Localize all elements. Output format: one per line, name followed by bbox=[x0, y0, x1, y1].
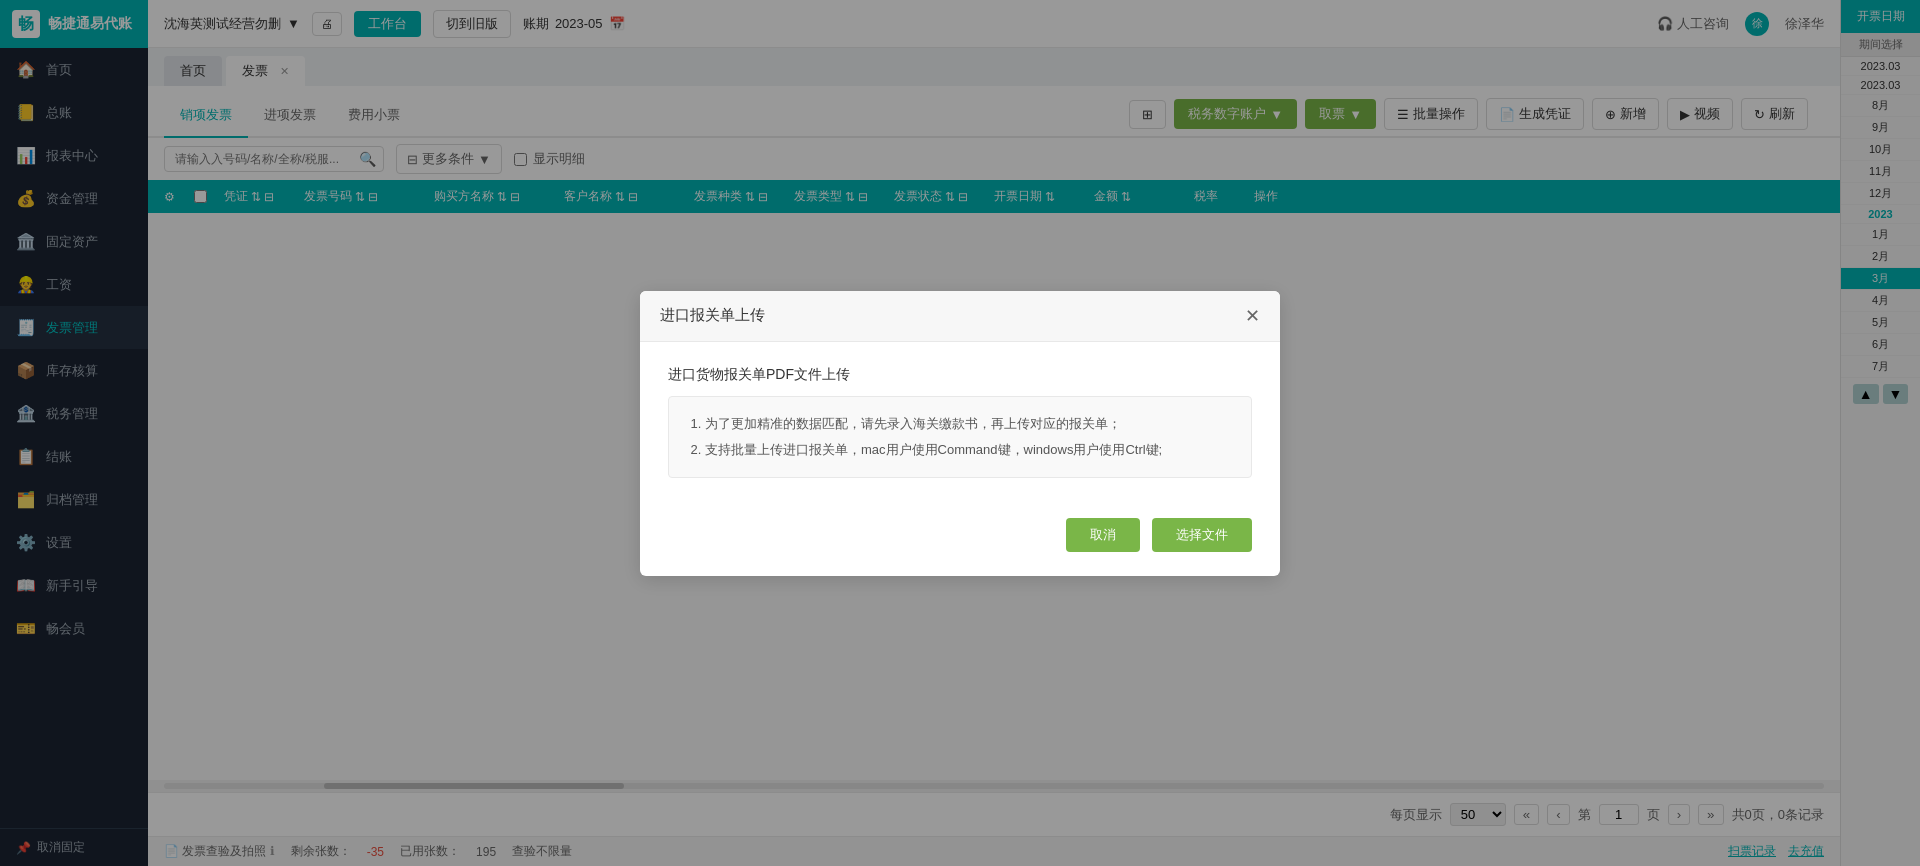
modal-choose-file-btn[interactable]: 选择文件 bbox=[1152, 518, 1252, 552]
modal-header: 进口报关单上传 ✕ bbox=[640, 291, 1280, 342]
instruction-2: 支持批量上传进口报关单，mac用户使用Command键，windows用户使用C… bbox=[705, 437, 1235, 463]
import-customs-modal: 进口报关单上传 ✕ 进口货物报关单PDF文件上传 为了更加精准的数据匹配，请先录… bbox=[640, 291, 1280, 576]
modal-cancel-btn[interactable]: 取消 bbox=[1066, 518, 1140, 552]
modal-footer: 取消 选择文件 bbox=[640, 502, 1280, 576]
modal-info-box: 为了更加精准的数据匹配，请先录入海关缴款书，再上传对应的报关单； 支持批量上传进… bbox=[668, 396, 1252, 478]
modal-body: 进口货物报关单PDF文件上传 为了更加精准的数据匹配，请先录入海关缴款书，再上传… bbox=[640, 342, 1280, 502]
modal-title: 进口报关单上传 bbox=[660, 306, 765, 325]
modal-instructions: 为了更加精准的数据匹配，请先录入海关缴款书，再上传对应的报关单； 支持批量上传进… bbox=[685, 411, 1235, 463]
instruction-1: 为了更加精准的数据匹配，请先录入海关缴款书，再上传对应的报关单； bbox=[705, 411, 1235, 437]
modal-overlay: 进口报关单上传 ✕ 进口货物报关单PDF文件上传 为了更加精准的数据匹配，请先录… bbox=[0, 0, 1920, 866]
modal-close-btn[interactable]: ✕ bbox=[1245, 305, 1260, 327]
modal-upload-title: 进口货物报关单PDF文件上传 bbox=[668, 366, 1252, 384]
